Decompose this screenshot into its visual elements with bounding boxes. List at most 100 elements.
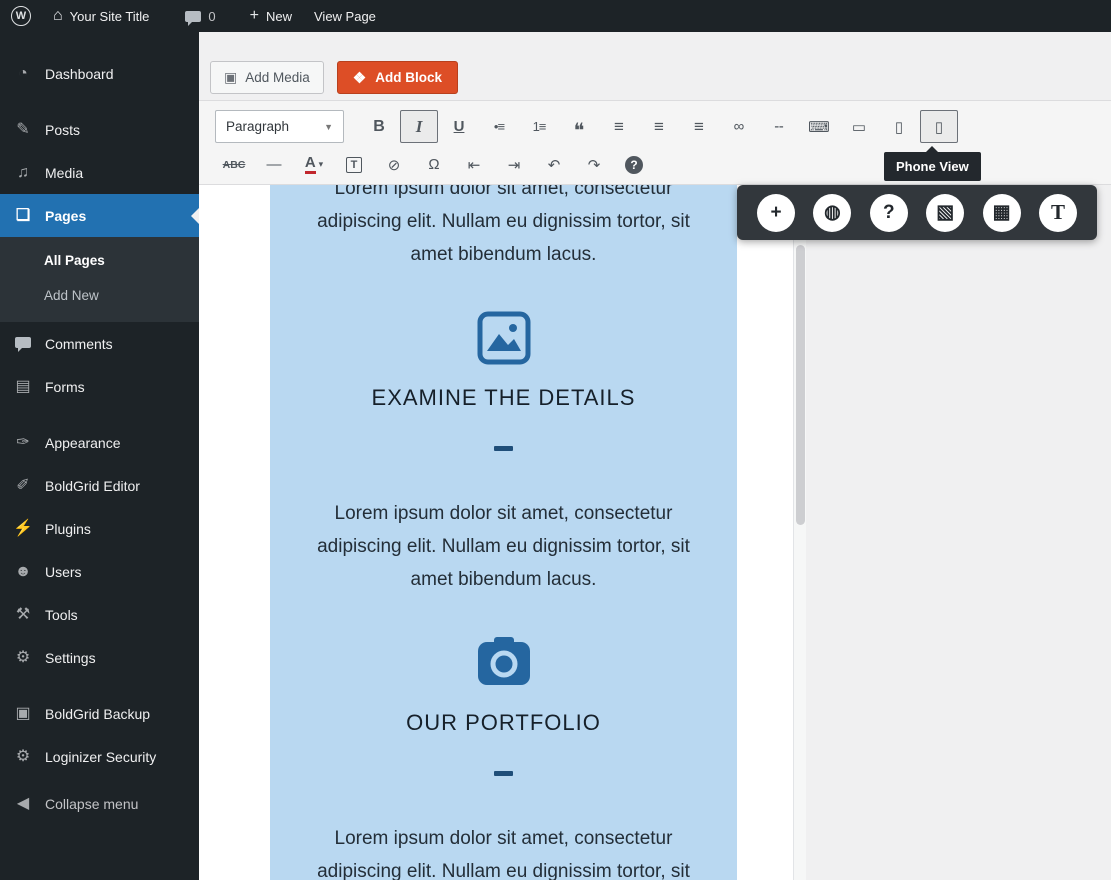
toolbar-toggle-button[interactable]: ⌨ xyxy=(800,110,838,143)
tablet-view-button[interactable]: ▯ xyxy=(880,110,918,143)
collapse-menu-button[interactable]: ◀ Collapse menu xyxy=(0,782,199,825)
indent-button[interactable]: ⇥ xyxy=(495,148,533,181)
media-circle-button[interactable]: ▧ xyxy=(926,193,965,232)
omega-icon: Ω xyxy=(428,156,440,173)
phone-preview-column[interactable]: Lorem ipsum dolor sit amet, consectetur … xyxy=(270,185,737,880)
home-icon: ⌂ xyxy=(53,7,63,24)
sidebar-item-label: Forms xyxy=(45,378,85,395)
submenu-item-all-pages[interactable]: All Pages xyxy=(0,243,199,278)
chevron-down-icon: ▾ xyxy=(318,159,324,169)
sidebar-item-appearance[interactable]: ✑ Appearance xyxy=(0,421,199,464)
help-circle-button[interactable]: ? xyxy=(869,193,908,232)
bulleted-list-button[interactable]: •≡ xyxy=(480,110,518,143)
editor-scrollbar[interactable] xyxy=(793,185,806,880)
body-paragraph[interactable]: Lorem ipsum dolor sit amet, consectetur … xyxy=(297,822,711,880)
sidebar-item-boldgrid-editor[interactable]: ✐ BoldGrid Editor xyxy=(0,464,199,507)
undo-button[interactable]: ↶ xyxy=(535,148,573,181)
text-color-button[interactable]: A ▾ xyxy=(295,148,333,181)
align-left-icon: ≡ xyxy=(614,116,624,136)
new-content-menu[interactable]: + New xyxy=(239,0,303,32)
underline-button[interactable]: U xyxy=(440,110,478,143)
sidebar-item-plugins[interactable]: ⚡ Plugins xyxy=(0,507,199,550)
align-right-icon: ≡ xyxy=(694,116,704,136)
section-heading[interactable]: OUR PORTFOLIO xyxy=(406,705,601,740)
section-heading[interactable]: EXAMINE THE DETAILS xyxy=(372,380,636,415)
sidebar-item-boldgrid-backup[interactable]: ▣ BoldGrid Backup xyxy=(0,692,199,735)
add-block-cube-icon: ❖ xyxy=(352,69,367,87)
format-select-value: Paragraph xyxy=(226,119,290,134)
pages-submenu: All Pages Add New xyxy=(0,237,199,322)
outdent-button[interactable]: ⇤ xyxy=(455,148,493,181)
camera-icon[interactable] xyxy=(476,635,532,691)
settings-icon: ⚙ xyxy=(15,648,31,666)
globe-icon: ◍ xyxy=(824,202,841,223)
sidebar-item-label: BoldGrid Editor xyxy=(45,477,140,494)
phone-view-button[interactable]: ▯ xyxy=(920,110,958,143)
add-block-button[interactable]: ❖ Add Block xyxy=(336,61,458,94)
body-paragraph[interactable]: Lorem ipsum dolor sit amet, consectetur … xyxy=(297,185,711,271)
text-circle-button[interactable]: T xyxy=(1038,193,1077,232)
media-icon: ♫ xyxy=(17,163,29,181)
desktop-view-button[interactable]: ▭ xyxy=(840,110,878,143)
gear-icon: ⚙ xyxy=(15,747,31,765)
horizontal-rule-icon: — xyxy=(266,156,282,173)
clear-formatting-button[interactable]: ⊘ xyxy=(375,148,413,181)
add-plus-button[interactable]: + xyxy=(757,193,795,232)
layout-circle-button[interactable]: ▦ xyxy=(982,193,1021,232)
comments-counter[interactable]: 0 xyxy=(174,0,226,32)
sidebar-item-label: BoldGrid Backup xyxy=(45,705,151,722)
add-media-button[interactable]: ▣ Add Media xyxy=(210,61,324,94)
more-tag-button[interactable]: ╌ xyxy=(760,110,798,143)
image-icon: ▧ xyxy=(936,202,955,223)
new-label: New xyxy=(265,8,292,24)
italic-button[interactable]: I xyxy=(400,110,438,143)
format-select[interactable]: Paragraph ▼ xyxy=(215,110,344,143)
add-media-label: Add Media xyxy=(245,70,310,85)
more-tag-icon: ╌ xyxy=(774,118,784,136)
view-page-link[interactable]: View Page xyxy=(303,0,387,32)
underline-icon: U xyxy=(453,118,465,135)
boldgrid-add-palette: + ◍ ? ▧ ▦ T xyxy=(737,185,1097,240)
special-character-button[interactable]: Ω xyxy=(415,148,453,181)
editor-canvas[interactable]: Lorem ipsum dolor sit amet, consectetur … xyxy=(199,185,793,880)
sidebar-item-dashboard[interactable]: ◔ Dashboard xyxy=(0,52,199,95)
layout-columns-icon: ▦ xyxy=(992,202,1011,223)
paste-as-text-button[interactable]: T xyxy=(335,148,373,181)
text-icon: T xyxy=(1050,200,1065,224)
bold-button[interactable]: B xyxy=(360,110,398,143)
sidebar-item-forms[interactable]: ▤ Forms xyxy=(0,365,199,408)
align-right-button[interactable]: ≡ xyxy=(680,110,718,143)
sidebar-item-label: Comments xyxy=(45,335,113,352)
help-button[interactable]: ? xyxy=(615,148,653,181)
redo-button[interactable]: ↷ xyxy=(575,148,613,181)
numbered-list-button[interactable]: 1≡ xyxy=(520,110,558,143)
horizontal-rule-button[interactable]: — xyxy=(255,148,293,181)
link-button[interactable]: ∞ xyxy=(720,110,758,143)
sidebar-item-loginizer-security[interactable]: ⚙ Loginizer Security xyxy=(0,735,199,778)
strikethrough-button[interactable]: ABC xyxy=(215,148,253,181)
wordpress-menu[interactable]: W xyxy=(0,0,42,32)
submenu-item-label: All Pages xyxy=(44,253,105,268)
menu-separator xyxy=(0,95,199,108)
globe-button[interactable]: ◍ xyxy=(813,193,852,232)
blockquote-button[interactable]: ❝ xyxy=(560,110,598,143)
submenu-item-add-new[interactable]: Add New xyxy=(0,278,199,313)
sidebar-item-comments[interactable]: Comments xyxy=(0,322,199,365)
sidebar-item-users[interactable]: ☻ Users xyxy=(0,550,199,593)
sidebar-item-pages[interactable]: ❏ Pages xyxy=(0,194,199,237)
sidebar-item-label: Users xyxy=(45,563,82,580)
site-title-link[interactable]: ⌂ Your Site Title xyxy=(42,0,160,32)
sidebar-item-posts[interactable]: ✎ Posts xyxy=(0,108,199,151)
sidebar-item-settings[interactable]: ⚙ Settings xyxy=(0,636,199,679)
sidebar-item-media[interactable]: ♫ Media xyxy=(0,151,199,194)
text-color-icon: A xyxy=(304,155,316,174)
align-left-button[interactable]: ≡ xyxy=(600,110,638,143)
align-center-button[interactable]: ≡ xyxy=(640,110,678,143)
body-paragraph[interactable]: Lorem ipsum dolor sit amet, consectetur … xyxy=(297,497,711,596)
scrollbar-thumb[interactable] xyxy=(796,245,805,525)
sidebar-item-tools[interactable]: ⚒ Tools xyxy=(0,593,199,636)
image-icon[interactable] xyxy=(476,310,532,366)
plugins-icon: ⚡ xyxy=(13,519,33,537)
editor-main-area: ▣ Add Media ❖ Add Block Paragraph ▼ B I … xyxy=(199,32,1111,880)
blockquote-icon: ❝ xyxy=(573,119,585,142)
